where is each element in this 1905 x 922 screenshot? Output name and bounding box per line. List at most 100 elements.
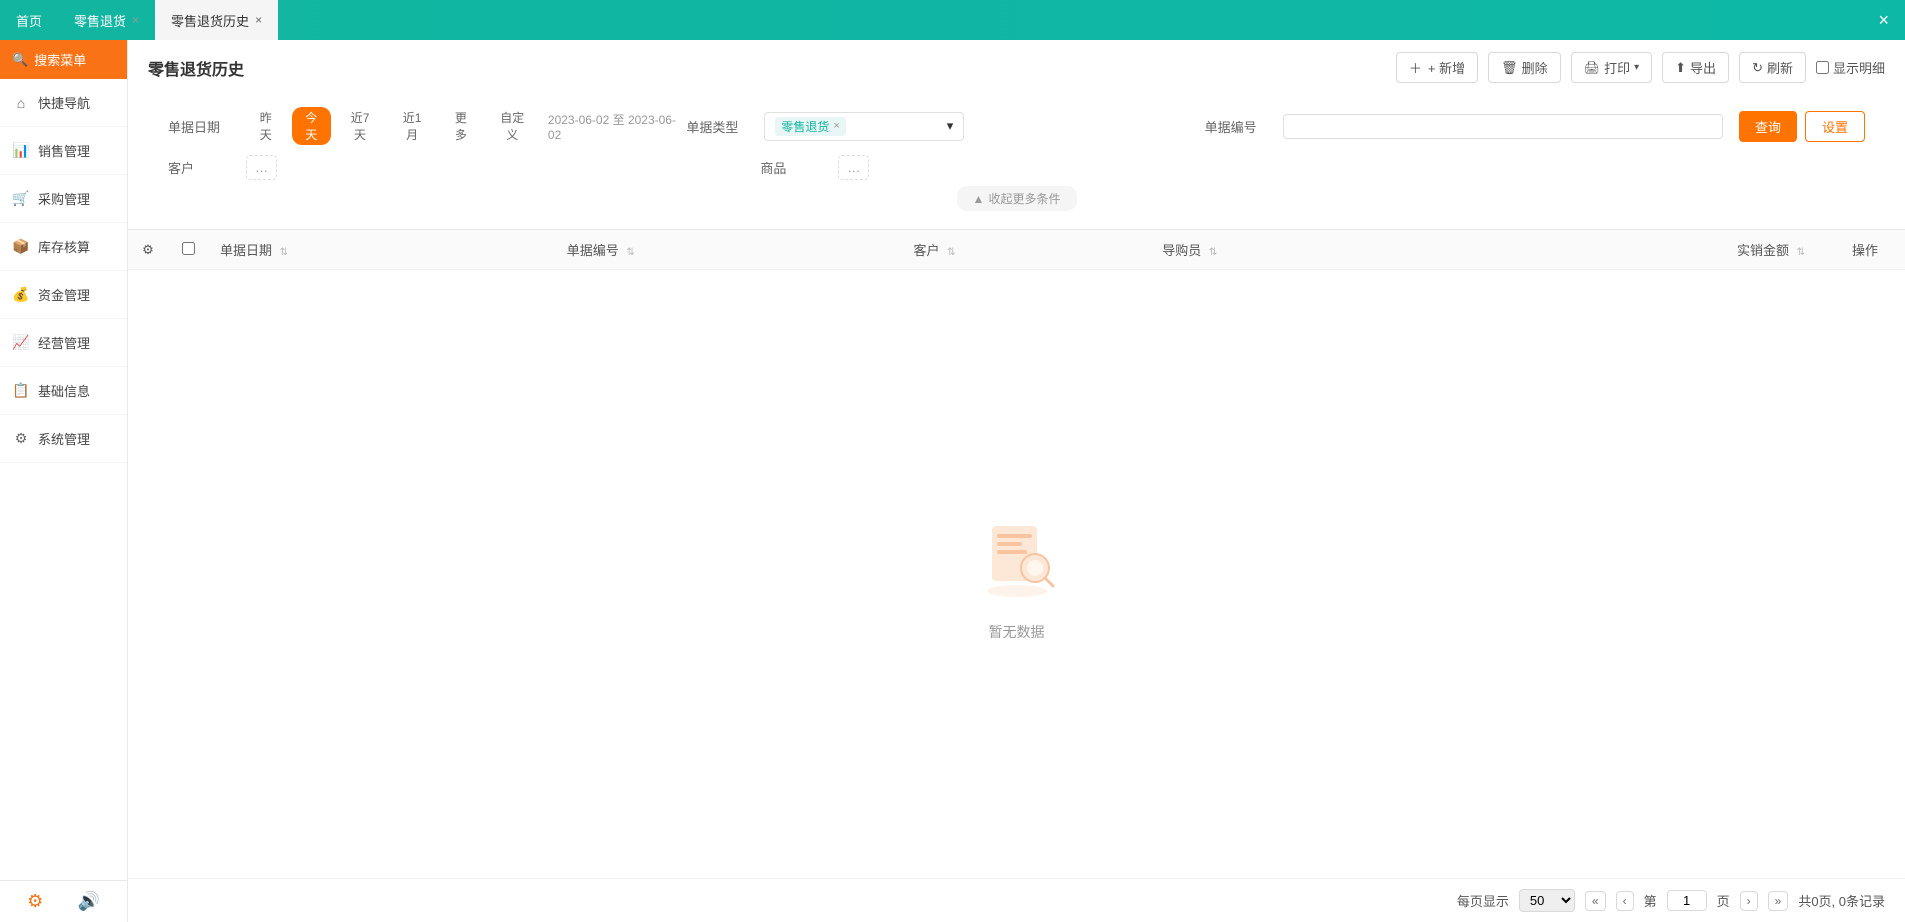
sidebar-item-sales-label: 销售管理 (38, 141, 90, 160)
delete-button[interactable]: 🗑 删除 (1488, 52, 1561, 83)
page-size-label: 每页显示 (1457, 891, 1509, 910)
tab-home[interactable]: 首页 (0, 0, 58, 40)
th-checkbox (168, 230, 208, 270)
date-yesterday-btn[interactable]: 昨天 (246, 107, 286, 145)
collapse-label: 收起更多条件 (988, 190, 1060, 207)
collapse-button-wrap: ▲ 收起更多条件 (168, 186, 1865, 211)
tab-retail-return-close[interactable]: × (132, 13, 139, 27)
customer-placeholder: … (255, 160, 268, 175)
sound-icon[interactable]: 🔊 (77, 891, 99, 912)
select-all-checkbox[interactable] (182, 242, 195, 255)
total-label: 共0页, 0条记录 (1798, 891, 1885, 910)
sidebar-search-label: 搜索菜单 (34, 50, 86, 69)
window-close-button[interactable]: × (1862, 10, 1905, 31)
search-icon: 🔍 (12, 52, 28, 68)
page-unit-label: 页 (1717, 891, 1730, 910)
print-dropdown-icon: ▾ (1634, 62, 1639, 73)
th-customer-sort-icon[interactable]: ⇅ (947, 247, 955, 258)
display-detail-checkbox[interactable] (1816, 61, 1829, 74)
page-actions: ＋ + 新增 🗑 删除 🖨 打印 ▾ ⬆ 导出 (1396, 52, 1885, 83)
business-icon: 📈 (12, 334, 30, 352)
table-settings-icon[interactable]: ⚙ (142, 242, 154, 257)
voucher-no-input[interactable] (1283, 114, 1723, 139)
th-settings: ⚙ (128, 230, 168, 270)
refresh-icon: ↻ (1752, 60, 1763, 76)
voucher-type-tag-close[interactable]: × (833, 120, 839, 132)
page-title-row: 零售退货历史 ＋ + 新增 🗑 删除 🖨 打印 ▾ (148, 52, 1885, 83)
basicinfo-icon: 📋 (12, 382, 30, 400)
table-container: ⚙ 单据日期 ⇅ 单据编号 ⇅ (128, 230, 1905, 922)
date-more-btn[interactable]: 更多 (441, 107, 481, 145)
print-icon: 🖨 (1584, 60, 1601, 76)
sidebar-item-finance[interactable]: 💰 资金管理 (0, 271, 127, 319)
th-customer-label: 客户 (914, 243, 940, 258)
tab-home-label: 首页 (16, 11, 42, 30)
tab-list: 首页 零售退货 × 零售退货历史 × (0, 0, 1862, 40)
th-guide-sort-icon[interactable]: ⇅ (1209, 247, 1217, 258)
empty-icon (967, 506, 1067, 606)
voucher-type-select[interactable]: 零售退货 × ▾ (764, 112, 964, 141)
tab-retail-return-history-label: 零售退货历史 (171, 11, 249, 30)
finance-icon: 💰 (12, 286, 30, 304)
page-number-input[interactable] (1667, 890, 1707, 911)
th-no-sort-icon[interactable]: ⇅ (626, 247, 634, 258)
export-button[interactable]: ⬆ 导出 (1662, 52, 1729, 83)
settings-gear-icon[interactable]: ⚙ (27, 891, 43, 912)
customer-input[interactable]: … (246, 155, 277, 180)
sidebar-item-business[interactable]: 📈 经营管理 (0, 319, 127, 367)
collapse-button[interactable]: ▲ 收起更多条件 (957, 186, 1077, 211)
empty-text: 暂无数据 (989, 622, 1045, 642)
tab-retail-return[interactable]: 零售退货 × (58, 0, 155, 40)
th-no: 单据编号 ⇅ (555, 230, 902, 270)
sidebar-item-business-label: 经营管理 (38, 333, 90, 352)
sidebar-item-system[interactable]: ⚙ 系统管理 (0, 415, 127, 463)
page-last-btn[interactable]: » (1768, 891, 1789, 911)
collapse-icon: ▲ (973, 192, 985, 206)
sales-icon: 📊 (12, 142, 30, 160)
sidebar-item-quicknav[interactable]: ⌂ 快捷导航 (0, 79, 127, 127)
data-table: ⚙ 单据日期 ⇅ 单据编号 ⇅ (128, 230, 1905, 270)
th-amount-label: 实销金额 (1737, 243, 1789, 258)
purchase-icon: 🛒 (12, 190, 30, 208)
page-first-btn[interactable]: « (1585, 891, 1606, 911)
voucher-no-label: 单据编号 (1205, 117, 1275, 136)
date-today-btn[interactable]: 今天 (292, 107, 332, 145)
tab-retail-return-history[interactable]: 零售退货历史 × (155, 0, 278, 40)
sidebar-item-sales[interactable]: 📊 销售管理 (0, 127, 127, 175)
page-prev-btn[interactable]: ‹ (1616, 891, 1634, 911)
filter-settings-button[interactable]: 设置 (1805, 111, 1865, 142)
page-title: 零售退货历史 (148, 56, 244, 80)
voucher-no-filter-field: 单据编号 (1205, 114, 1723, 139)
date-1month-btn[interactable]: 近1月 (389, 107, 435, 145)
sidebar-item-basicinfo[interactable]: 📋 基础信息 (0, 367, 127, 415)
page-size-select[interactable]: 10 20 50 100 (1519, 889, 1575, 912)
print-button[interactable]: 🖨 打印 ▾ (1571, 52, 1653, 83)
date-range-text: 2023-06-02 至 2023-06-02 (548, 111, 686, 142)
sidebar-item-inventory[interactable]: 📦 库存核算 (0, 223, 127, 271)
th-amount-sort-icon[interactable]: ⇅ (1797, 247, 1805, 258)
display-detail-label: 显示明细 (1833, 58, 1885, 77)
date-filter-field: 单据日期 昨天 今天 近7天 近1月 更多 自定义 2023-06-02 至 2… (168, 107, 686, 145)
page-next-btn[interactable]: › (1740, 891, 1758, 911)
voucher-type-dropdown-icon: ▾ (947, 118, 954, 134)
sidebar-search[interactable]: 🔍 搜索菜单 (0, 40, 127, 79)
display-detail-checkbox-label[interactable]: 显示明细 (1816, 58, 1885, 77)
voucher-type-label: 单据类型 (686, 117, 756, 136)
filter-row-2: 客户 … 商品 … (168, 155, 1865, 180)
sidebar-menu: ⌂ 快捷导航 📊 销售管理 🛒 采购管理 📦 库存核算 💰 资金管理 📈 (0, 79, 127, 880)
date-7days-btn[interactable]: 近7天 (337, 107, 383, 145)
sidebar-item-purchase[interactable]: 🛒 采购管理 (0, 175, 127, 223)
goods-input[interactable]: … (838, 155, 869, 180)
inventory-icon: 📦 (12, 238, 30, 256)
refresh-button[interactable]: ↻ 刷新 (1739, 52, 1806, 83)
top-bar: 首页 零售退货 × 零售退货历史 × × (0, 0, 1905, 40)
delete-icon: 🗑 (1501, 60, 1518, 76)
date-filter-label: 单据日期 (168, 117, 238, 136)
th-date-sort-icon[interactable]: ⇅ (280, 247, 288, 258)
query-button[interactable]: 查询 (1739, 111, 1797, 142)
page-header: 零售退货历史 ＋ + 新增 🗑 删除 🖨 打印 ▾ (128, 40, 1905, 230)
add-button[interactable]: ＋ + 新增 (1396, 52, 1478, 83)
th-customer: 客户 ⇅ (902, 230, 1151, 270)
date-custom-btn[interactable]: 自定义 (487, 107, 538, 145)
tab-retail-return-history-close[interactable]: × (255, 13, 262, 27)
